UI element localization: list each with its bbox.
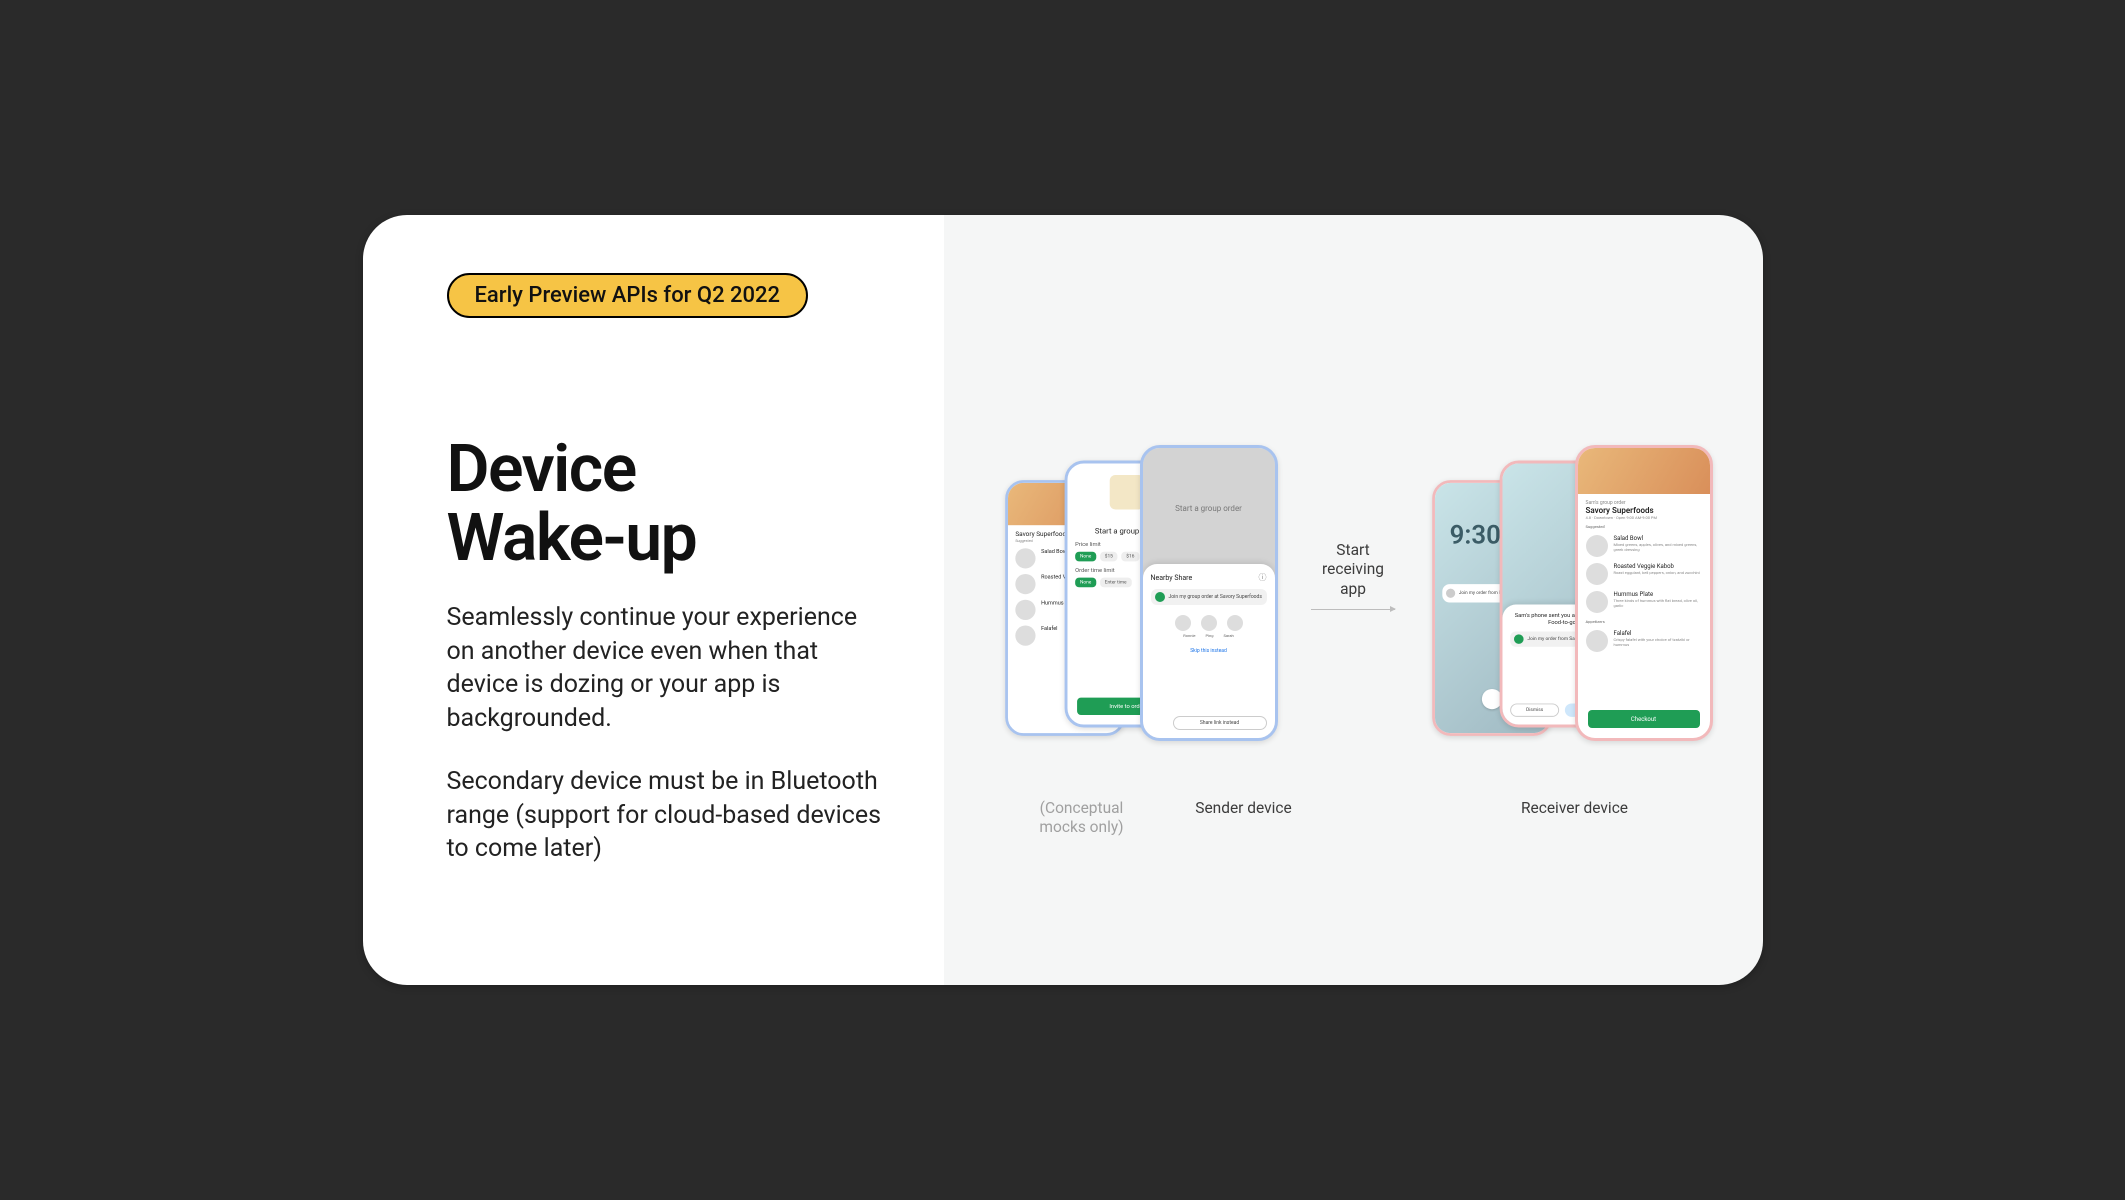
item-name: Salad Bowl (1614, 535, 1702, 542)
list-item: Hummus PlateThree kinds of hummus with f… (1586, 591, 1702, 613)
item-desc: Roast eggplant, bell peppers, onion, and… (1614, 570, 1702, 575)
caption-conceptual-l1: (Conceptual (1040, 799, 1124, 817)
sender-phone-front: Start a group order Nearby Share ⓘ Join … (1140, 445, 1278, 741)
lock-handle-icon (1481, 689, 1501, 709)
share-message: Join my group order at Savory Superfoods (1169, 594, 1262, 600)
avatar (1201, 615, 1217, 631)
arrow-label-l2: receiving (1322, 560, 1384, 578)
phone-hero-image (1578, 448, 1710, 494)
item-name: Roasted Veggie Kabob (1614, 563, 1702, 570)
caption-conceptual-l2: mocks only) (1039, 818, 1123, 836)
item-name: Hummus Plate (1614, 591, 1702, 598)
avatar (1227, 615, 1243, 631)
chip-15: $15 (1099, 552, 1117, 562)
chip-time-none: None (1075, 578, 1096, 588)
item-desc: Three kinds of hummus with flat bread, o… (1614, 598, 1702, 608)
dim-title: Start a group order (1143, 504, 1275, 513)
caption-receiver: Receiver device (1505, 799, 1645, 817)
restaurant-meta: 4.8 · Downtown · Open 9:00 AM-9:00 PM (1586, 515, 1702, 520)
dismiss-button: Dismiss (1510, 703, 1559, 716)
share-name: Ronnie (1183, 633, 1195, 638)
nearby-share-sheet: Nearby Share ⓘ Join my group order at Sa… (1143, 564, 1275, 738)
receiver-phone-front: Sam's group order Savory Superfoods 4.8 … (1575, 445, 1713, 741)
share-link-button: Share link instead (1173, 716, 1267, 730)
chip-16: $16 (1121, 552, 1139, 562)
checkout-button: Checkout (1588, 710, 1700, 728)
caption-conceptual: (Conceptual mocks only) (1022, 799, 1142, 838)
slide-title: Device Wake-up (447, 436, 902, 573)
appetizers-label: Appetizers (1586, 619, 1702, 624)
restaurant-name: Savory Superfoods (1586, 506, 1702, 515)
item-desc: Mixed greens, apples, olives, and mixed … (1614, 542, 1702, 552)
share-dot-icon (1155, 592, 1165, 602)
arrow-label: Start receiving app (1322, 541, 1384, 599)
notif-avatar (1446, 589, 1455, 598)
slide: Early Preview APIs for Q2 2022 Device Wa… (363, 215, 1763, 985)
list-item: Roasted Veggie KabobRoast eggplant, bell… (1586, 563, 1702, 585)
request-dot-icon (1514, 634, 1524, 644)
arrow-label-l3: app (1340, 580, 1366, 598)
arrow-label-l1: Start (1336, 541, 1369, 559)
paragraph-2: Secondary device must be in Bluetooth ra… (447, 765, 887, 866)
menu-list: Sam's group order Savory Superfoods 4.8 … (1578, 494, 1710, 664)
paragraph-1: Seamlessly continue your experience on a… (447, 601, 887, 735)
share-avatars (1151, 615, 1267, 631)
list-item: FalafelCrispy falafel with your choice o… (1586, 630, 1702, 652)
suggested-label: Suggested (1586, 524, 1702, 529)
title-line-2: Wake-up (447, 500, 697, 577)
skip-link: Skip this instead (1151, 648, 1267, 654)
slide-right-panel: Savory Superfoods Suggested Salad Bowl R… (944, 215, 1763, 985)
chip-time-enter: Enter time (1099, 578, 1130, 588)
cart-icon (1109, 475, 1144, 510)
item-name: Falafel (1614, 630, 1702, 637)
title-line-1: Device (447, 431, 636, 508)
avatar (1175, 615, 1191, 631)
info-icon: ⓘ (1259, 572, 1267, 583)
mock-stage: Savory Superfoods Suggested Salad Bowl R… (944, 215, 1763, 985)
item-desc: Crispy falafel with your choice of tzatz… (1614, 637, 1702, 647)
share-message-row: Join my group order at Savory Superfoods (1151, 589, 1267, 605)
caption-sender: Sender device (1184, 799, 1304, 817)
nearby-share-title: Nearby Share (1151, 574, 1193, 582)
share-link-button-row: Share link instead (1151, 716, 1267, 730)
list-item: Salad BowlMixed greens, apples, olives, … (1586, 535, 1702, 557)
share-name: Sarah (1224, 633, 1234, 638)
badge-pill: Early Preview APIs for Q2 2022 (447, 273, 809, 318)
share-name: Ping (1206, 633, 1214, 638)
arrow-icon (1311, 609, 1395, 610)
slide-left-panel: Early Preview APIs for Q2 2022 Device Wa… (363, 215, 944, 985)
chip-none: None (1075, 552, 1096, 562)
